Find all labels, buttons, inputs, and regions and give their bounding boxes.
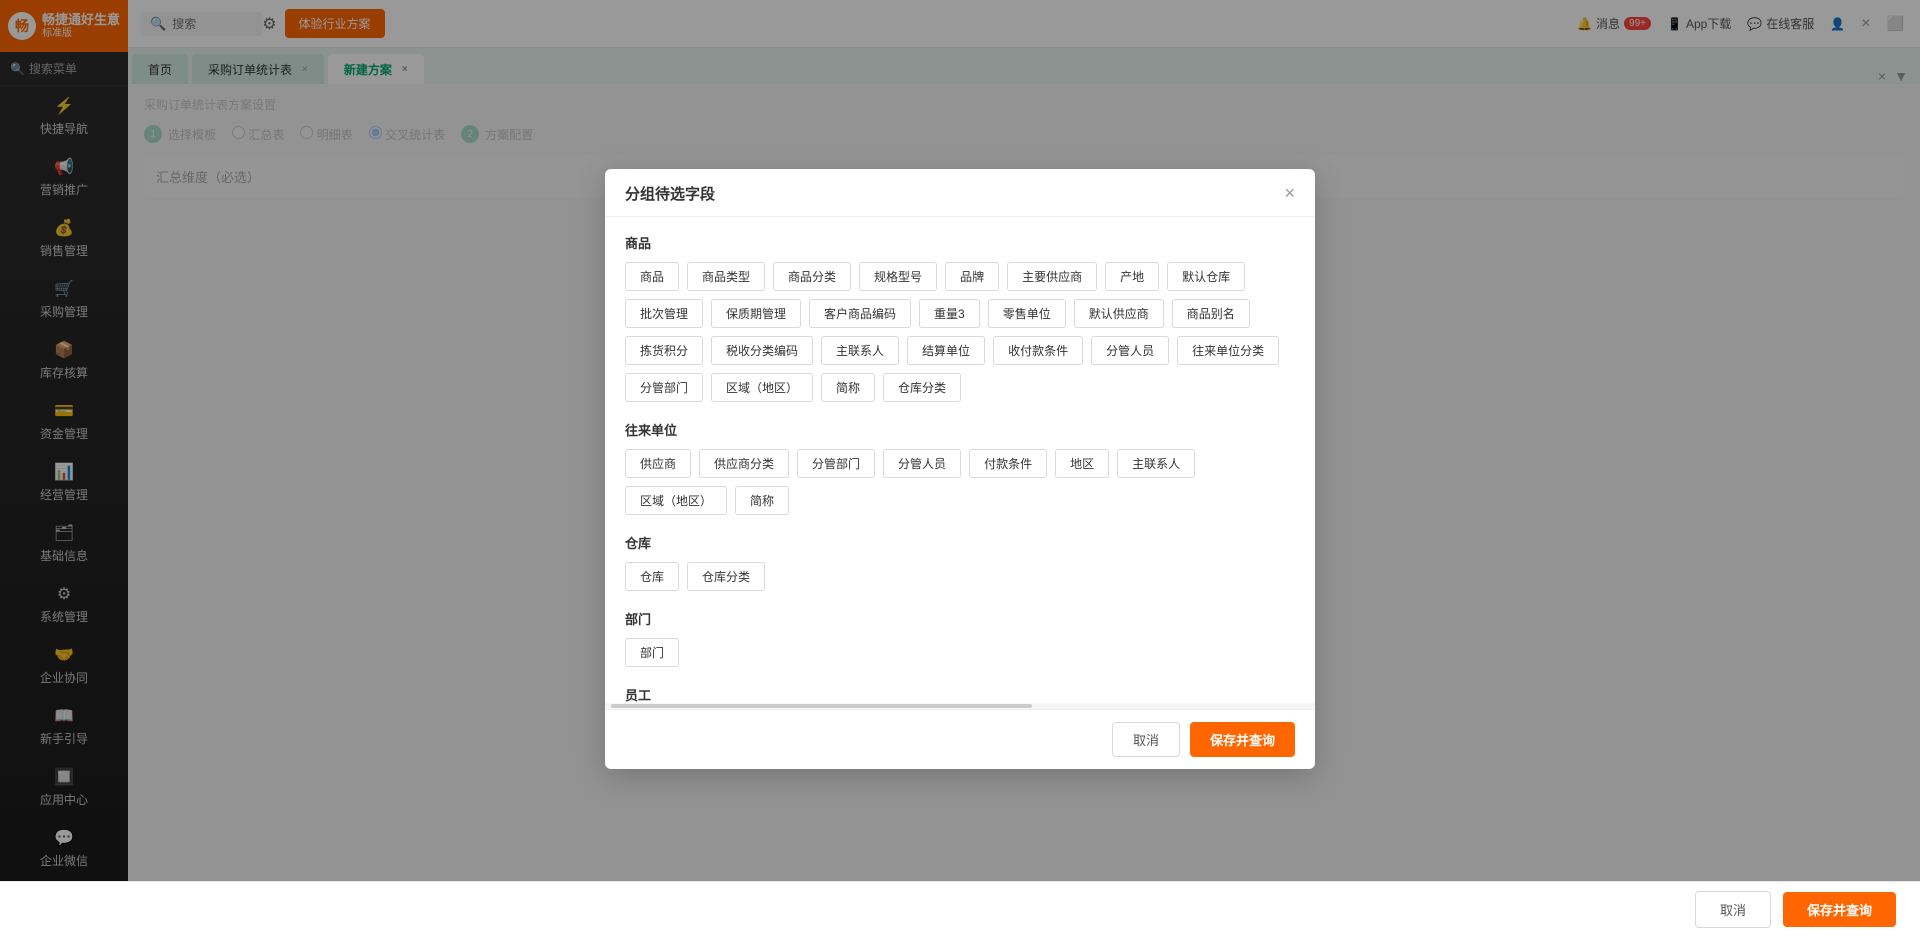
field-group-warehouse: 仓库仓库仓库分类 [625, 533, 1295, 591]
field-chip-goods-21[interactable]: 往来单位分类 [1177, 336, 1279, 365]
dialog-header: 分组待选字段 × [605, 169, 1315, 217]
field-chip-goods-10[interactable]: 客户商品编码 [809, 299, 911, 328]
field-chip-warehouse-0[interactable]: 仓库 [625, 562, 679, 591]
dialog-footer: 取消 保存并查询 [605, 709, 1315, 769]
cancel-button[interactable]: 取消 [1112, 722, 1180, 757]
field-chip-counterparty-7[interactable]: 区域（地区） [625, 486, 727, 515]
field-group-title-counterparty: 往来单位 [625, 420, 1295, 439]
field-chip-goods-25[interactable]: 仓库分类 [883, 373, 961, 402]
field-chip-goods-23[interactable]: 区域（地区） [711, 373, 813, 402]
field-chip-goods-0[interactable]: 商品 [625, 262, 679, 291]
field-chips-department: 部门 [625, 638, 1295, 667]
field-chip-goods-8[interactable]: 批次管理 [625, 299, 703, 328]
field-chip-goods-2[interactable]: 商品分类 [773, 262, 851, 291]
field-chip-counterparty-8[interactable]: 简称 [735, 486, 789, 515]
field-chip-goods-19[interactable]: 收付款条件 [993, 336, 1083, 365]
bottom-bar: 取消 保存并查询 [0, 881, 1920, 937]
modal-overlay: 分组待选字段 × 商品商品商品类型商品分类规格型号品牌主要供应商产地默认仓库批次… [0, 0, 1920, 937]
field-chip-goods-12[interactable]: 零售单位 [988, 299, 1066, 328]
field-chip-counterparty-1[interactable]: 供应商分类 [699, 449, 789, 478]
field-chip-goods-20[interactable]: 分管人员 [1091, 336, 1169, 365]
field-chip-goods-9[interactable]: 保质期管理 [711, 299, 801, 328]
bottom-cancel-button[interactable]: 取消 [1695, 891, 1771, 928]
field-chip-goods-14[interactable]: 商品别名 [1172, 299, 1250, 328]
field-chip-goods-7[interactable]: 默认仓库 [1167, 262, 1245, 291]
field-chip-goods-3[interactable]: 规格型号 [859, 262, 937, 291]
field-group-title-department: 部门 [625, 609, 1295, 628]
field-chip-goods-16[interactable]: 税收分类编码 [711, 336, 813, 365]
field-chips-warehouse: 仓库仓库分类 [625, 562, 1295, 591]
field-chip-counterparty-4[interactable]: 付款条件 [969, 449, 1047, 478]
field-group-title-warehouse: 仓库 [625, 533, 1295, 552]
field-chip-goods-4[interactable]: 品牌 [945, 262, 999, 291]
dialog-close-button[interactable]: × [1284, 184, 1295, 202]
field-chip-goods-13[interactable]: 默认供应商 [1074, 299, 1164, 328]
field-chip-goods-5[interactable]: 主要供应商 [1007, 262, 1097, 291]
field-group-title-employee: 员工 [625, 685, 1295, 703]
field-chip-counterparty-2[interactable]: 分管部门 [797, 449, 875, 478]
field-chip-counterparty-0[interactable]: 供应商 [625, 449, 691, 478]
dialog-title: 分组待选字段 [625, 183, 715, 204]
dialog: 分组待选字段 × 商品商品商品类型商品分类规格型号品牌主要供应商产地默认仓库批次… [605, 169, 1315, 769]
field-chip-goods-1[interactable]: 商品类型 [687, 262, 765, 291]
save-button[interactable]: 保存并查询 [1190, 722, 1295, 757]
field-group-employee: 员工业务员 [625, 685, 1295, 703]
field-chip-goods-15[interactable]: 拣货积分 [625, 336, 703, 365]
field-chips-counterparty: 供应商供应商分类分管部门分管人员付款条件地区主联系人区域（地区） 简称 [625, 449, 1295, 515]
field-group-title-goods: 商品 [625, 233, 1295, 252]
field-chips-goods: 商品商品类型商品分类规格型号品牌主要供应商产地默认仓库批次管理保质期管理客户商品… [625, 262, 1295, 402]
field-group-goods: 商品商品商品类型商品分类规格型号品牌主要供应商产地默认仓库批次管理保质期管理客户… [625, 233, 1295, 402]
field-chip-goods-6[interactable]: 产地 [1105, 262, 1159, 291]
field-chip-goods-24[interactable]: 简称 [821, 373, 875, 402]
field-chip-counterparty-6[interactable]: 主联系人 [1117, 449, 1195, 478]
field-chip-goods-17[interactable]: 主联系人 [821, 336, 899, 365]
field-chip-counterparty-3[interactable]: 分管人员 [883, 449, 961, 478]
field-chip-goods-11[interactable]: 重量3 [919, 299, 980, 328]
field-chip-counterparty-5[interactable]: 地区 [1055, 449, 1109, 478]
field-group-department: 部门部门 [625, 609, 1295, 667]
field-chip-department-0[interactable]: 部门 [625, 638, 679, 667]
field-chip-goods-18[interactable]: 结算单位 [907, 336, 985, 365]
field-chip-goods-22[interactable]: 分管部门 [625, 373, 703, 402]
bottom-save-button[interactable]: 保存并查询 [1783, 892, 1896, 927]
dialog-body[interactable]: 商品商品商品类型商品分类规格型号品牌主要供应商产地默认仓库批次管理保质期管理客户… [605, 217, 1315, 703]
field-chip-warehouse-1[interactable]: 仓库分类 [687, 562, 765, 591]
field-group-counterparty: 往来单位供应商供应商分类分管部门分管人员付款条件地区主联系人区域（地区） 简称 [625, 420, 1295, 515]
